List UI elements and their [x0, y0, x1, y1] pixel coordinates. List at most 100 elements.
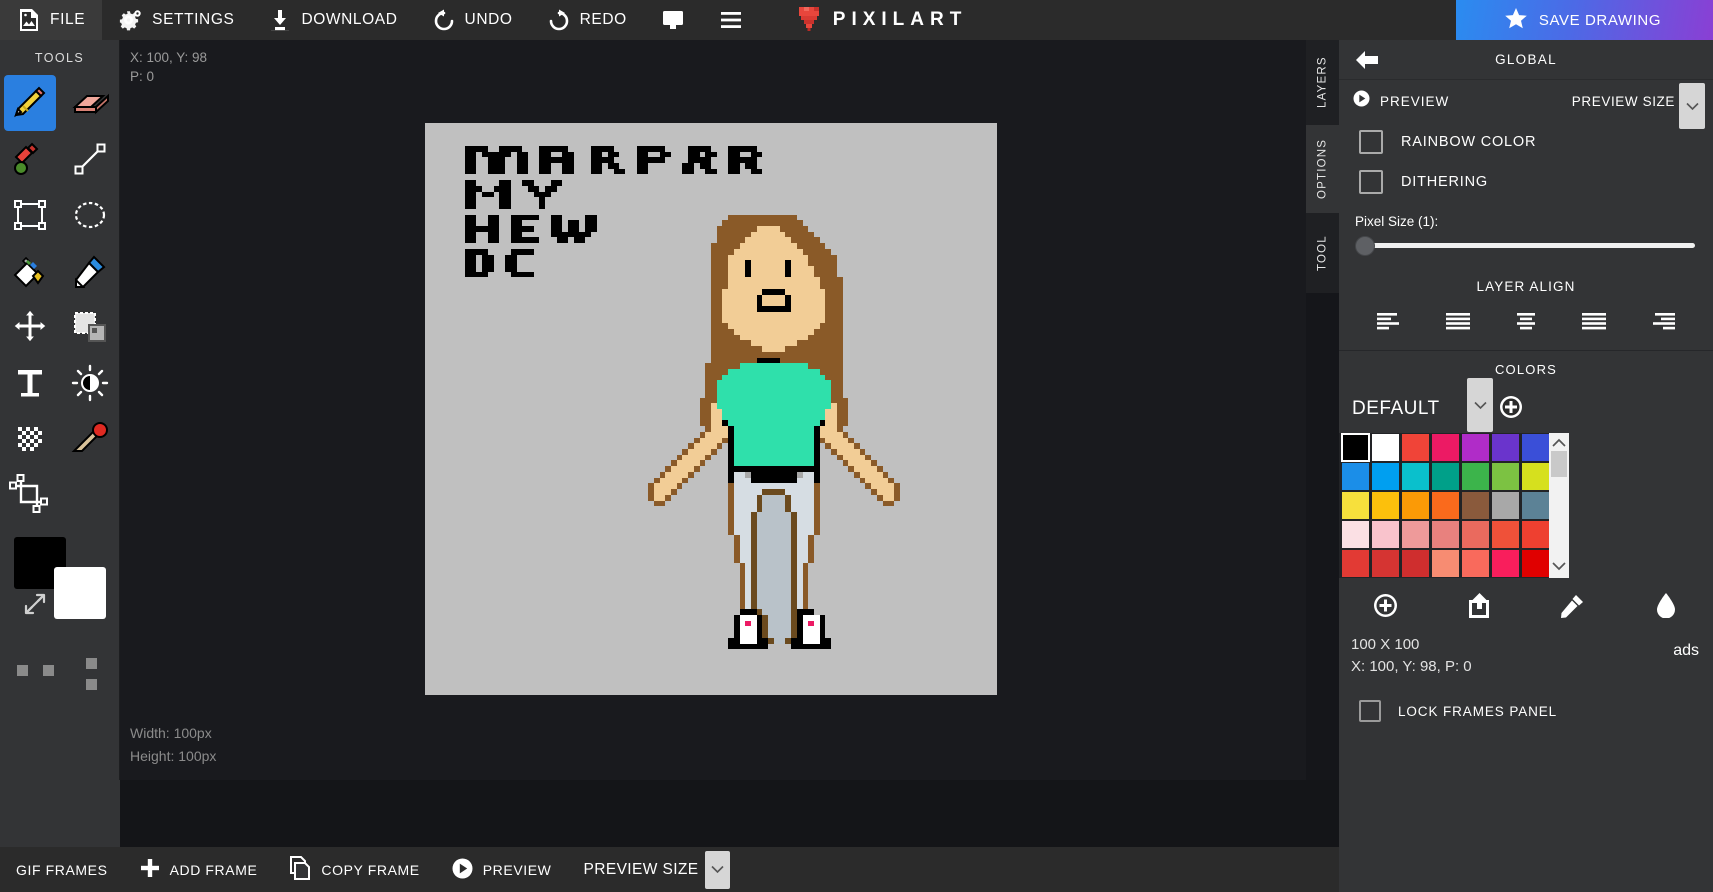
bottom-preview-size-select[interactable] [705, 851, 730, 889]
canvas-workspace[interactable]: X: 100, Y: 98 P: 0 Width: 100px Height: … [120, 40, 1306, 780]
menu-undo[interactable]: UNDO [415, 0, 530, 40]
back-arrow-icon[interactable] [1355, 50, 1379, 75]
ellipse-tool[interactable] [64, 187, 116, 243]
dither-tool[interactable] [4, 411, 56, 467]
fullscreen-monitor-button[interactable] [644, 0, 702, 40]
export-palette-icon[interactable] [1433, 592, 1527, 618]
recent-color-1[interactable] [17, 665, 28, 676]
eyedropper-icon[interactable] [1526, 592, 1620, 618]
pencil-tool[interactable] [4, 75, 56, 131]
eraser-tool[interactable] [64, 75, 116, 131]
color-swatch[interactable] [1431, 433, 1460, 462]
align-right-icon[interactable] [1646, 308, 1680, 334]
color-swatch[interactable] [1461, 520, 1490, 549]
brush-tool[interactable] [4, 131, 56, 187]
color-swatch[interactable] [1341, 462, 1370, 491]
color-swatch[interactable] [1371, 462, 1400, 491]
pixel-size-slider[interactable] [1339, 229, 1713, 259]
swap-colors-icon[interactable] [22, 591, 48, 622]
recent-color-4[interactable] [86, 679, 97, 690]
save-drawing-button[interactable]: SAVE DRAWING [1456, 0, 1713, 40]
color-swatch[interactable] [1431, 491, 1460, 520]
color-swatch[interactable] [1401, 433, 1430, 462]
pixel-size-slider-track[interactable] [1365, 243, 1695, 248]
color-swatch[interactable] [1491, 433, 1520, 462]
align-center-icon[interactable] [1441, 308, 1475, 334]
gif-frames-button[interactable]: GIF FRAMES [0, 847, 124, 892]
menu-file[interactable]: FILE [0, 0, 102, 40]
dithering-checkbox-row[interactable]: DITHERING [1339, 162, 1713, 202]
tab-layers[interactable]: LAYERS [1306, 40, 1339, 125]
add-palette-icon[interactable] [1499, 395, 1523, 424]
align-justify-icon[interactable] [1577, 308, 1611, 334]
color-swatch[interactable] [1401, 462, 1430, 491]
color-swatch[interactable] [1521, 491, 1550, 520]
color-swatch[interactable] [1371, 520, 1400, 549]
color-swatch[interactable] [1461, 433, 1490, 462]
color-swatch[interactable] [1401, 549, 1430, 578]
swatches-scroll-thumb[interactable] [1551, 451, 1567, 477]
color-swatch[interactable] [1371, 491, 1400, 520]
color-swatch[interactable] [1431, 462, 1460, 491]
rainbow-color-checkbox-row[interactable]: RAINBOW COLOR [1339, 122, 1713, 162]
chevron-down-icon[interactable] [1552, 558, 1566, 576]
color-swatch[interactable] [1401, 491, 1430, 520]
hamburger-menu-button[interactable] [702, 0, 760, 40]
text-tool[interactable] [4, 355, 56, 411]
move-tool[interactable] [4, 299, 56, 355]
color-swatch[interactable] [1461, 491, 1490, 520]
lock-frames-panel-row[interactable]: LOCK FRAMES PANEL [1339, 678, 1713, 722]
color-swatch[interactable] [1401, 520, 1430, 549]
color-swatch[interactable] [1371, 433, 1400, 462]
swatches-scrollbar[interactable] [1549, 433, 1569, 578]
recent-color-3[interactable] [86, 658, 97, 669]
pixel-grid[interactable] [425, 123, 997, 695]
color-swatch[interactable] [1521, 462, 1550, 491]
add-color-icon[interactable] [1339, 592, 1433, 618]
line-tool[interactable] [64, 131, 116, 187]
color-swatch[interactable] [1491, 520, 1520, 549]
color-swatch[interactable] [1521, 520, 1550, 549]
opacity-drop-icon[interactable] [1620, 592, 1713, 618]
color-swatches-grid[interactable] [1339, 433, 1549, 578]
crop-tool[interactable] [4, 467, 56, 523]
rainbow-color-checkbox[interactable] [1359, 130, 1383, 154]
palette-select[interactable] [1467, 378, 1493, 432]
pixel-artboard[interactable] [425, 123, 997, 695]
color-swatch[interactable] [1431, 520, 1460, 549]
color-swatch[interactable] [1491, 462, 1520, 491]
color-swatch[interactable] [1371, 549, 1400, 578]
color-swatch[interactable] [1341, 520, 1370, 549]
align-bottom-icon[interactable] [1509, 308, 1543, 334]
preview-size-select[interactable] [1679, 83, 1705, 129]
menu-settings[interactable]: SETTINGS [102, 0, 251, 40]
eyedropper-tool[interactable] [64, 243, 116, 299]
color-swatch[interactable] [1461, 462, 1490, 491]
paint-bucket-tool[interactable] [4, 243, 56, 299]
menu-redo[interactable]: REDO [530, 0, 644, 40]
secondary-color-swatch[interactable] [54, 567, 106, 619]
color-swatch[interactable] [1521, 433, 1550, 462]
menu-download[interactable]: DOWNLOAD [251, 0, 414, 40]
color-swatch[interactable] [1521, 549, 1550, 578]
recent-color-2[interactable] [43, 665, 54, 676]
color-swatch[interactable] [1491, 491, 1520, 520]
play-circle-icon[interactable] [1353, 90, 1370, 112]
align-left-icon[interactable] [1372, 308, 1406, 334]
tab-options[interactable]: OPTIONS [1306, 125, 1339, 213]
pixel-size-slider-knob[interactable] [1355, 236, 1375, 256]
preview-button[interactable]: PREVIEW [436, 847, 568, 892]
color-swatch[interactable] [1461, 549, 1490, 578]
pixilart-logo[interactable]: PIXILART [786, 0, 978, 40]
color-swatch[interactable] [1431, 549, 1460, 578]
copy-frame-button[interactable]: COPY FRAME [273, 847, 435, 892]
color-swatch[interactable] [1491, 549, 1520, 578]
add-frame-button[interactable]: ADD FRAME [124, 847, 274, 892]
dithering-checkbox[interactable] [1359, 170, 1383, 194]
rectangle-tool[interactable] [4, 187, 56, 243]
color-swatch[interactable] [1341, 433, 1370, 462]
color-swatch[interactable] [1341, 491, 1370, 520]
lighten-darken-tool[interactable] [64, 355, 116, 411]
select-tool[interactable] [64, 299, 116, 355]
mirror-tool[interactable] [64, 411, 116, 467]
